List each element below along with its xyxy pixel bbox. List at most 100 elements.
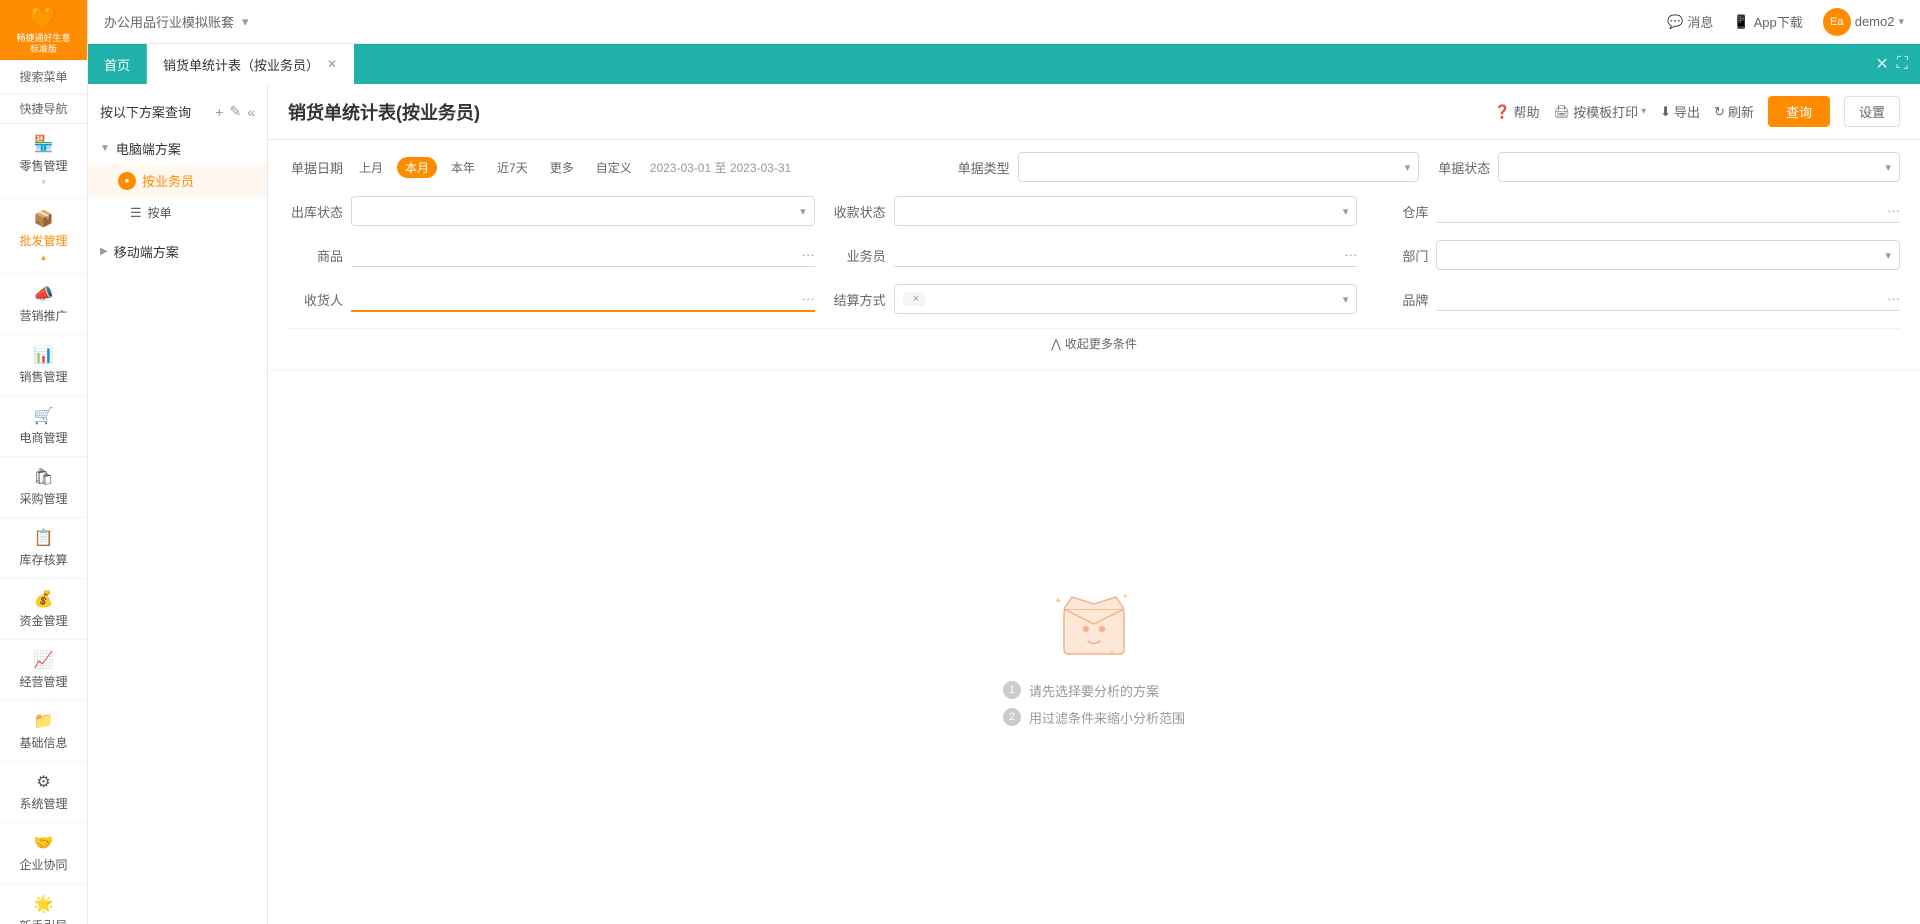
- tree-group-pc-title[interactable]: ▼ 电脑端方案: [88, 133, 267, 164]
- settle-select[interactable]: × ▾: [894, 284, 1358, 314]
- tab-home[interactable]: 首页: [88, 44, 147, 84]
- dept-select[interactable]: ▾: [1436, 240, 1900, 270]
- goods-label: 商品: [288, 246, 343, 265]
- brand-dots[interactable]: ···: [1887, 291, 1900, 306]
- settle-tag: ×: [903, 292, 925, 306]
- tree-group-mobile-label: 移动端方案: [114, 242, 179, 261]
- date-label: 单据日期: [288, 158, 343, 177]
- left-panel: 按以下方案查询 + ✎ « ▼ 电脑端方案 ● 按业务员 ☰ 按: [88, 84, 268, 924]
- doc-type-select[interactable]: ▾: [1018, 152, 1420, 182]
- collect-status-dropdown-icon: ▾: [1343, 205, 1349, 218]
- sales-icon: 📊: [34, 345, 54, 365]
- export-btn[interactable]: ⬇ 导出: [1660, 102, 1700, 121]
- sidebar-item-ecommerce[interactable]: 🛒 电商管理: [0, 396, 87, 457]
- tree-group-mobile-title[interactable]: ▶ 移动端方案: [88, 236, 267, 267]
- print-dropdown-icon: ▾: [1641, 106, 1646, 117]
- warehouse-dots[interactable]: ···: [1887, 203, 1900, 218]
- empty-icon: ✦ ✦ ✦: [1044, 569, 1144, 669]
- sidebar-item-label: 库存核算: [19, 551, 67, 568]
- app-download-btn[interactable]: 📱 App下载: [1733, 12, 1802, 31]
- refresh-label: 刷新: [1728, 102, 1754, 121]
- out-status-select[interactable]: ▾: [351, 196, 815, 226]
- date-tab-more[interactable]: 更多: [542, 157, 582, 178]
- sidebar-item-inventory[interactable]: 📋 库存核算: [0, 518, 87, 579]
- page-title-actions: ❓ 帮助 🖨 按模板打印 ▾ ⬇ 导出 ↻: [1494, 96, 1900, 127]
- consignee-input[interactable]: ···: [351, 287, 815, 312]
- collapse-filter-label: 收起更多条件: [1065, 335, 1137, 352]
- message-btn[interactable]: 💬 消息: [1667, 12, 1713, 31]
- sidebar-item-sales[interactable]: 📊 销售管理: [0, 335, 87, 396]
- salesman-dots[interactable]: ···: [1344, 247, 1357, 262]
- date-tab-7-days[interactable]: 近7天: [489, 157, 536, 178]
- sidebar-item-finance[interactable]: 💰 资金管理: [0, 579, 87, 640]
- chevron-up-icon: ▴: [41, 252, 46, 263]
- close-tab-action[interactable]: ✕: [1875, 54, 1888, 74]
- print-btn[interactable]: 🖨 按模板打印 ▾: [1554, 102, 1647, 121]
- right-panel: 销货单统计表(按业务员) ❓ 帮助 🖨 按模板打印 ▾ ⬇: [268, 84, 1920, 924]
- tab-sales-stats[interactable]: 销货单统计表（按业务员） ✕: [147, 44, 354, 84]
- sidebar-item-label: 资金管理: [19, 612, 67, 629]
- help-icon: ❓: [1494, 104, 1510, 120]
- right-panel-header: 销货单统计表(按业务员) ❓ 帮助 🖨 按模板打印 ▾ ⬇: [268, 84, 1920, 140]
- quick-nav-label: 快捷导航: [19, 102, 67, 116]
- add-scheme-icon[interactable]: +: [215, 104, 223, 120]
- sidebar-item-label: 采购管理: [19, 490, 67, 507]
- triangle-icon: ▼: [100, 143, 110, 154]
- collect-status-select[interactable]: ▾: [894, 196, 1358, 226]
- refresh-btn[interactable]: ↻ 刷新: [1714, 102, 1754, 121]
- salesman-input[interactable]: ···: [894, 243, 1358, 267]
- date-tab-this-year[interactable]: 本年: [443, 157, 483, 178]
- breadcrumb-dropdown-icon[interactable]: ▾: [242, 14, 249, 30]
- tree-item-order-label: 按单: [148, 204, 172, 221]
- sidebar-item-guide[interactable]: 🌟 新手引导: [0, 884, 87, 924]
- sidebar-item-collab[interactable]: 🤝 企业协同: [0, 823, 87, 884]
- goods-dots[interactable]: ···: [802, 247, 815, 262]
- collapse-filter-btn[interactable]: ⋀ 收起更多条件: [288, 328, 1900, 358]
- search-menu[interactable]: 搜索菜单: [0, 60, 87, 94]
- tree-item-salesman[interactable]: ● 按业务员: [88, 164, 267, 197]
- guide-icon: 🌟: [34, 894, 54, 914]
- sidebar-item-label: 电商管理: [19, 429, 67, 446]
- doc-status-select[interactable]: ▾: [1498, 152, 1900, 182]
- warehouse-input[interactable]: ···: [1436, 199, 1900, 223]
- help-label: 帮助: [1514, 102, 1540, 121]
- topbar: 办公用品行业模拟账套 ▾ 💬 消息 📱 App下载 Ea demo2 ▾: [88, 0, 1920, 44]
- filter-doc-status: 单据状态 ▾: [1435, 152, 1900, 182]
- sidebar-item-purchase[interactable]: 🛍 采购管理: [0, 457, 87, 518]
- user-menu[interactable]: Ea demo2 ▾: [1823, 8, 1904, 36]
- settings-button[interactable]: 设置: [1844, 96, 1900, 127]
- expand-tab-action[interactable]: ⛶: [1897, 55, 1908, 73]
- print-label: 按模板打印: [1573, 102, 1638, 121]
- settle-tag-close-icon[interactable]: ×: [913, 293, 919, 305]
- order-icon: ☰: [130, 205, 142, 221]
- date-tab-custom[interactable]: 自定义: [588, 157, 640, 178]
- sidebar-item-retail[interactable]: 🏪 零售管理 ▾: [0, 124, 87, 199]
- date-tab-this-month[interactable]: 本月: [397, 157, 437, 178]
- date-range: 2023-03-01 至 2023-03-31: [650, 159, 791, 176]
- sidebar-item-basic-info[interactable]: 📁 基础信息: [0, 701, 87, 762]
- tree-group-pc-label: 电脑端方案: [116, 139, 181, 158]
- sidebar-item-operation[interactable]: 📈 经营管理: [0, 640, 87, 701]
- query-button[interactable]: 查询: [1768, 96, 1830, 127]
- filter-consignee: 收货人 ···: [288, 287, 815, 312]
- sidebar-item-system[interactable]: ⚙ 系统管理: [0, 762, 87, 823]
- filter-row-2: 出库状态 ▾ 收款状态 ▾ 仓库: [288, 196, 1900, 226]
- brand-input[interactable]: ···: [1436, 287, 1900, 311]
- quick-nav[interactable]: 快捷导航: [0, 94, 87, 124]
- user-name: demo2: [1855, 14, 1895, 29]
- tab-close-icon[interactable]: ✕: [327, 57, 337, 71]
- collapse-panel-icon[interactable]: «: [247, 104, 255, 120]
- consignee-dots[interactable]: ···: [802, 291, 815, 306]
- sidebar-item-wholesale[interactable]: 📦 批发管理 ▴: [0, 199, 87, 274]
- sidebar-item-marketing[interactable]: 📣 营销推广: [0, 274, 87, 335]
- help-btn[interactable]: ❓ 帮助: [1494, 102, 1539, 121]
- svg-text:✦: ✦: [1054, 596, 1062, 607]
- filter-area: 单据日期 上月 本月 本年 近7天 更多 自定义 2023-03-01 至 20…: [268, 140, 1920, 370]
- sidebar-item-label: 新手引导: [19, 917, 67, 924]
- edit-scheme-icon[interactable]: ✎: [229, 103, 241, 120]
- app-download-icon: 📱: [1733, 14, 1749, 30]
- date-tab-last-month[interactable]: 上月: [351, 157, 391, 178]
- goods-input[interactable]: ···: [351, 243, 815, 267]
- tree-item-order[interactable]: ☰ 按单: [88, 197, 267, 228]
- tree-group-pc: ▼ 电脑端方案 ● 按业务员 ☰ 按单: [88, 129, 267, 232]
